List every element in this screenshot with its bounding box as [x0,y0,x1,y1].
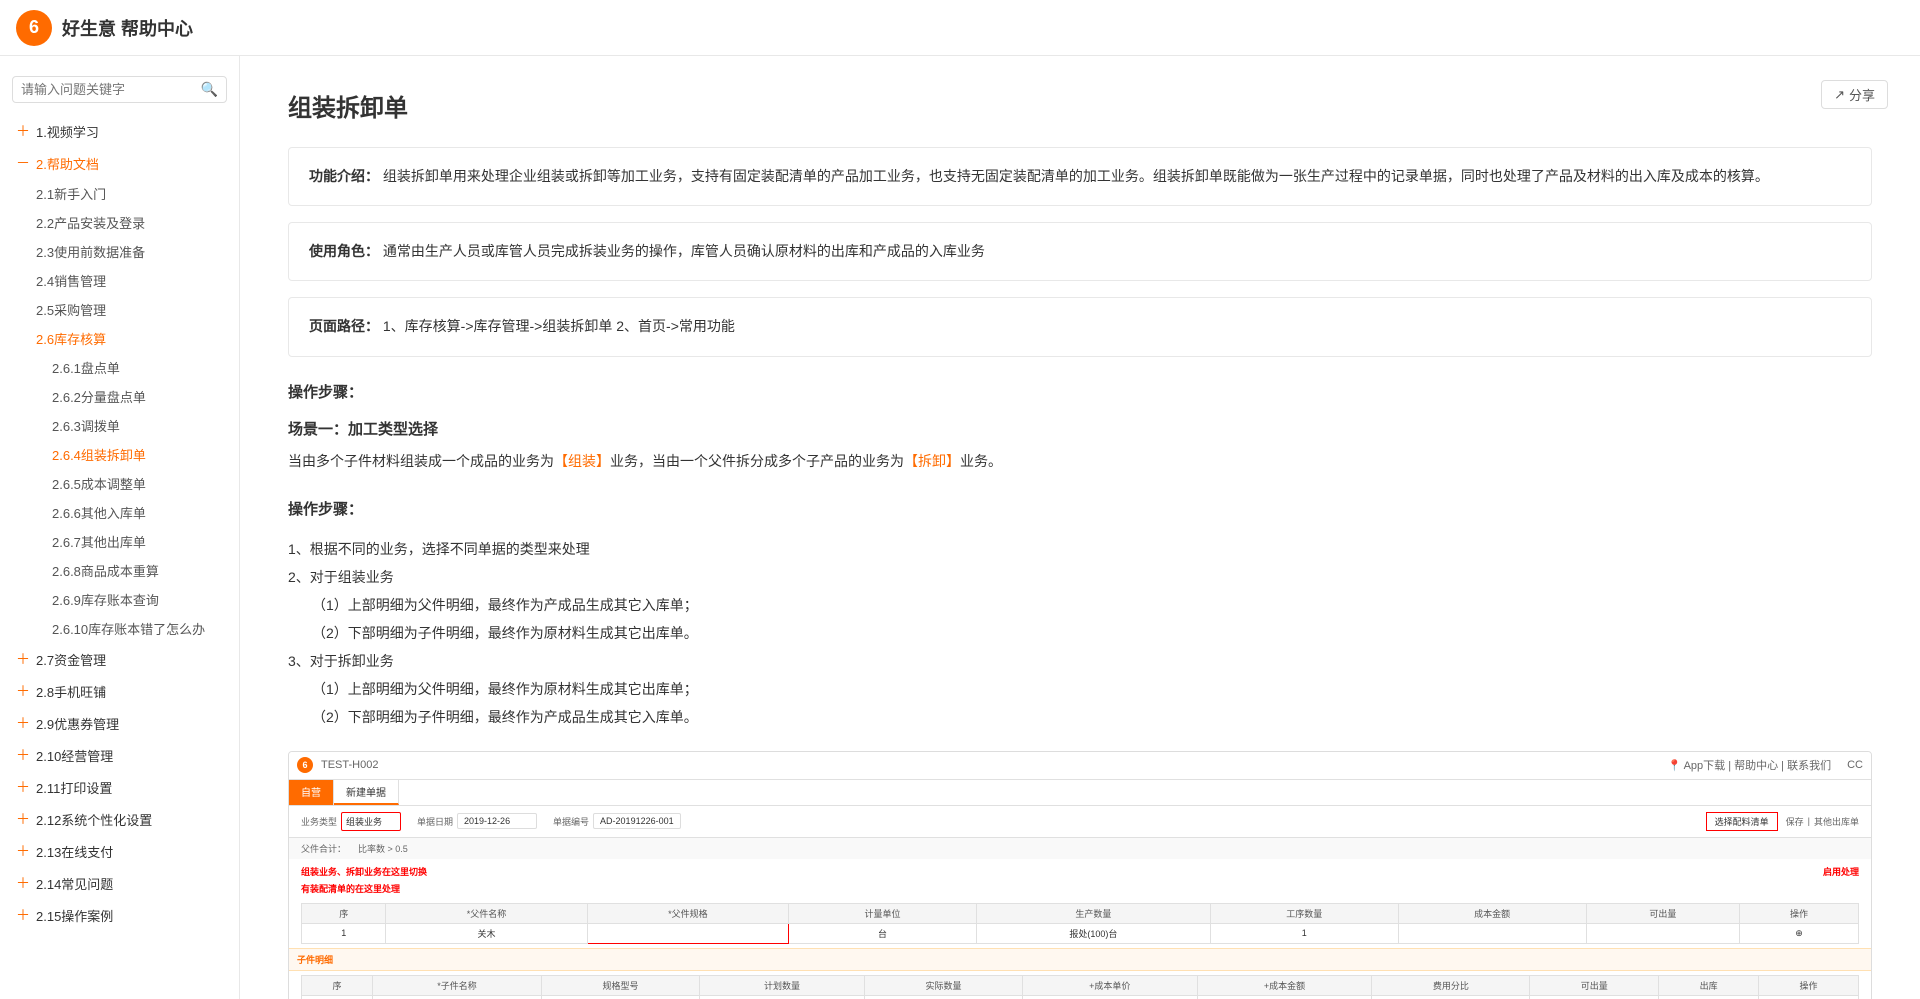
screenshot-container: 6 TEST-H002 📍 App下载 | 帮助中心 | 联系我们 CC 自营 … [288,751,1872,999]
content-area: ↗ 分享 组装拆卸单 功能介绍： 组装拆卸单用来处理企业组装或拆卸等加工业务，支… [240,56,1920,999]
feature-intro-text: 组装拆卸单用来处理企业组装或拆卸等加工业务，支持有固定装配清单的产品加工业务，也… [383,168,1769,184]
plus-icon-5: ＋ [16,745,30,765]
mock-parent-table: 序 *父件名称 *父件规格 计量单位 生产数量 工序数量 成本金额 可出量 操作 [301,903,1859,944]
mock-annotation-clearlist: 有装配清单的在这里处理 [301,882,400,895]
sidebar-item-stock-ledger[interactable]: 2.6.9库存账本查询 [0,585,239,614]
sidebar-item-transfer[interactable]: 2.6.3调拨单 [0,411,239,440]
sidebar-item-cost-adjust[interactable]: 2.6.5成本调整单 [0,469,239,498]
mock-child-section: 序 *子件名称 规格型号 计划数量 实际数量 +成本单价 +成本金额 费用分比 … [289,971,1871,999]
plus-icon-2: ＋ [16,649,30,669]
feature-intro-section: 功能介绍： 组装拆卸单用来处理企业组装或拆卸等加工业务，支持有固定装配清单的产品… [288,147,1872,206]
sidebar-item-ledger-fix[interactable]: 2.6.10库存账本错了怎么办 [0,614,239,643]
logo: 6 [16,10,52,46]
mock-titlebar: 6 TEST-H002 📍 App下载 | 帮助中心 | 联系我们 CC [289,752,1871,780]
sidebar-item-purchase[interactable]: 2.5采购管理 [0,295,239,324]
role-text: 通常由生产人员或库管人员完成拆装业务的操作，库管人员确认原材料的出库和产成品的入… [383,243,985,259]
mock-screenshot: 6 TEST-H002 📍 App下载 | 帮助中心 | 联系我们 CC 自营 … [289,752,1871,999]
mock-date-input: 2019-12-26 [457,813,537,829]
sidebar-item-install[interactable]: 2.2产品安装及登录 [0,208,239,237]
mock-child-row-1: 1 桌面1 报处(+)台 30.00 40.00 00.00 0.00 ⊕ [302,995,1859,999]
path-text: 1、库存核算->库存管理->组装拆卸单 2、首页->常用功能 [383,318,735,334]
sidebar-item-cases[interactable]: ＋ 2.15操作案例 [0,899,239,931]
plus-icon-10: ＋ [16,905,30,925]
mock-app-title: TEST-H002 [321,759,378,771]
mock-form-row: 业务类型 组装业务 单据日期 2019-12-26 单据编号 AD-201912… [289,806,1871,838]
site-title: 好生意 帮助中心 [62,15,193,41]
mock-select-bill-btn: 选择配料清单 [1706,812,1778,831]
mock-tab-ziyingbtn: 自营 [289,780,334,805]
sidebar-item-other-out[interactable]: 2.6.7其他出库单 [0,527,239,556]
mock-logo: 6 [297,757,313,773]
plus-icon-6: ＋ [16,777,30,797]
search-box[interactable]: 🔍 [12,76,227,103]
path-label: 页面路径： [309,318,379,334]
share-button[interactable]: ↗ 分享 [1821,80,1888,109]
sidebar: 🔍 ＋ 1.视频学习 － 2.帮助文档 2.1新手入门 2.2产品安装及登录 2… [0,56,240,999]
plus-icon-4: ＋ [16,713,30,733]
sidebar-item-faq[interactable]: ＋ 2.14常见问题 [0,867,239,899]
sidebar-item-finance[interactable]: ＋ 2.7资金管理 [0,643,239,675]
mock-tab-newbill: 新建单据 [334,780,399,805]
sidebar-item-payment[interactable]: ＋ 2.13在线支付 [0,835,239,867]
mock-parent-row-1: 1 关木 台 报处(100)台 1 ⊕ [302,923,1859,943]
mock-annotation-enable: 启用处理 [1823,865,1859,878]
share-icon: ↗ [1834,87,1845,103]
header: 6 好生意 帮助中心 [0,0,1920,56]
sidebar-item-print[interactable]: ＋ 2.11打印设置 [0,771,239,803]
mock-bill-input: AD-20191226-001 [593,813,681,829]
sidebar-item-coupon[interactable]: ＋ 2.9优惠券管理 [0,707,239,739]
page-title: 组装拆卸单 [288,88,1872,123]
feature-intro-label: 功能介绍： [309,168,379,184]
search-input[interactable] [21,82,201,97]
mock-annotation-assembly: 组装业务、拆卸业务在这里切换 [301,865,427,878]
sidebar-item-video[interactable]: ＋ 1.视频学习 [0,115,239,147]
sidebar-item-partial-stocktake[interactable]: 2.6.2分量盘点单 [0,382,239,411]
plus-icon: ＋ [16,121,30,141]
sidebar-item-inventory[interactable]: 2.6库存核算 [0,324,239,353]
main-layout: 🔍 ＋ 1.视频学习 － 2.帮助文档 2.1新手入门 2.2产品安装及登录 2… [0,56,1920,999]
role-section: 使用角色： 通常由生产人员或库管人员完成拆装业务的操作，库管人员确认原材料的出库… [288,222,1872,281]
plus-icon-8: ＋ [16,841,30,861]
steps-list: 1、根据不同的业务，选择不同单据的类型来处理 2、对于组装业务 （1）上部明细为… [288,535,1872,731]
scene1-desc: 当由多个子件材料组装成一个成品的业务为【组装】业务，当由一个父件拆分成多个子产品… [288,449,1872,474]
sidebar-item-newbie[interactable]: 2.1新手入门 [0,179,239,208]
scene1-title: 场景一：加工类型选择 [288,418,1872,439]
sidebar-item-assembly[interactable]: 2.6.4组装拆卸单 [0,440,239,469]
plus-icon-7: ＋ [16,809,30,829]
sidebar-item-data-prep[interactable]: 2.3使用前数据准备 [0,237,239,266]
mock-tab-row: 自营 新建单据 [289,780,1871,806]
sidebar-item-sales[interactable]: 2.4销售管理 [0,266,239,295]
mock-parent-section: 序 *父件名称 *父件规格 计量单位 生产数量 工序数量 成本金额 可出量 操作 [289,899,1871,948]
sidebar-item-mobile[interactable]: ＋ 2.8手机旺铺 [0,675,239,707]
mock-child-table: 序 *子件名称 规格型号 计划数量 实际数量 +成本单价 +成本金额 费用分比 … [301,975,1859,999]
search-icon[interactable]: 🔍 [201,81,218,98]
sidebar-item-personalize[interactable]: ＋ 2.12系统个性化设置 [0,803,239,835]
minus-icon: － [16,153,30,173]
sidebar-item-help-docs[interactable]: － 2.帮助文档 [0,147,239,179]
steps-title: 操作步骤： [288,498,1872,519]
mock-child-section-header: 子件明细 [289,948,1871,971]
mock-annotation-row1: 父件合计： 比率数 > 0.5 [289,838,1871,859]
plus-icon-9: ＋ [16,873,30,893]
ops-title: 操作步骤： [288,381,1872,402]
mock-type-input: 组装业务 [341,812,401,831]
role-label: 使用角色： [309,243,379,259]
plus-icon-3: ＋ [16,681,30,701]
path-section: 页面路径： 1、库存核算->库存管理->组装拆卸单 2、首页->常用功能 [288,297,1872,356]
sidebar-item-stocktake[interactable]: 2.6.1盘点单 [0,353,239,382]
sidebar-item-ops[interactable]: ＋ 2.10经营管理 [0,739,239,771]
sidebar-item-other-in[interactable]: 2.6.6其他入库单 [0,498,239,527]
sidebar-item-cost-recalc[interactable]: 2.6.8商品成本重算 [0,556,239,585]
